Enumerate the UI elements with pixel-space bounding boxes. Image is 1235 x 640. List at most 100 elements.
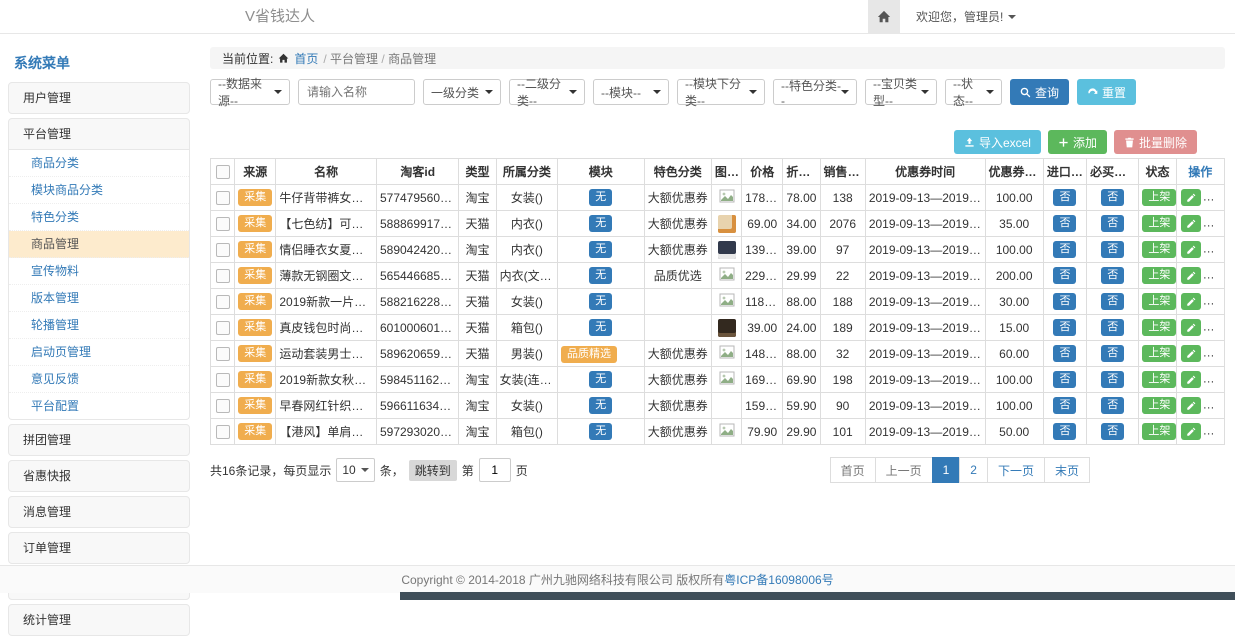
sidebar-item[interactable]: 平台配置 — [9, 393, 189, 419]
module-badge[interactable]: 无 — [589, 371, 612, 388]
row-checkbox[interactable] — [216, 425, 230, 439]
user-menu[interactable]: 欢迎您，管理员! — [916, 8, 1016, 25]
module-badge[interactable]: 无 — [589, 189, 612, 206]
edit-button[interactable] — [1181, 267, 1201, 284]
edit-button[interactable] — [1181, 423, 1201, 440]
row-checkbox[interactable] — [216, 217, 230, 231]
import-select-badge[interactable]: 否 — [1053, 293, 1076, 310]
sidebar-section-4[interactable]: 消息管理 — [8, 496, 190, 528]
edit-button[interactable] — [1181, 293, 1201, 310]
import-excel-button[interactable]: 导入excel — [954, 130, 1041, 154]
must-buy-badge[interactable]: 否 — [1101, 241, 1124, 258]
add-button[interactable]: 添加 — [1048, 130, 1107, 154]
filter-select-4[interactable]: --模块-- — [593, 79, 669, 105]
must-buy-badge[interactable]: 否 — [1101, 293, 1124, 310]
home-button[interactable] — [868, 0, 900, 33]
sidebar-item[interactable]: 宣传物料 — [9, 258, 189, 285]
page-button-首页[interactable]: 首页 — [830, 457, 876, 483]
sidebar-item[interactable]: 模块商品分类 — [9, 177, 189, 204]
status-badge[interactable]: 上架 — [1142, 371, 1176, 388]
page-number-input[interactable] — [479, 458, 511, 482]
module-badge[interactable]: 无 — [589, 267, 612, 284]
sidebar-section-3[interactable]: 省惠快报 — [8, 460, 190, 492]
filter-select-3[interactable]: --二级分类-- — [509, 79, 585, 105]
filter-select-2[interactable]: 一级分类 — [423, 79, 501, 105]
row-checkbox[interactable] — [216, 295, 230, 309]
import-select-badge[interactable]: 否 — [1053, 241, 1076, 258]
row-checkbox[interactable] — [216, 243, 230, 257]
reset-button[interactable]: 重置 — [1077, 79, 1136, 105]
must-buy-badge[interactable]: 否 — [1101, 345, 1124, 362]
import-select-badge[interactable]: 否 — [1053, 319, 1076, 336]
status-badge[interactable]: 上架 — [1142, 267, 1176, 284]
edit-button[interactable] — [1181, 241, 1201, 258]
page-button-1[interactable]: 1 — [932, 457, 961, 483]
filter-select-0[interactable]: --数据来源-- — [210, 79, 290, 105]
import-select-badge[interactable]: 否 — [1053, 189, 1076, 206]
icp-link[interactable]: 粤ICP备16098006号 — [724, 571, 833, 588]
sidebar-section-7[interactable]: 统计管理 — [8, 604, 190, 636]
sidebar-section-2[interactable]: 拼团管理 — [8, 424, 190, 456]
import-select-badge[interactable]: 否 — [1053, 345, 1076, 362]
filter-select-8[interactable]: --状态-- — [945, 79, 1002, 105]
module-badge[interactable]: 无 — [589, 319, 612, 336]
jump-button[interactable]: 跳转到 — [409, 460, 457, 481]
row-checkbox[interactable] — [216, 347, 230, 361]
page-size-select[interactable]: 10 — [336, 458, 374, 482]
sidebar-item[interactable]: 启动页管理 — [9, 339, 189, 366]
row-checkbox[interactable] — [216, 399, 230, 413]
status-badge[interactable]: 上架 — [1142, 345, 1176, 362]
filter-select-7[interactable]: --宝贝类型-- — [865, 79, 937, 105]
sidebar-section-5[interactable]: 订单管理 — [8, 532, 190, 564]
edit-button[interactable] — [1181, 189, 1201, 206]
sidebar-item[interactable]: 意见反馈 — [9, 366, 189, 393]
status-badge[interactable]: 上架 — [1142, 423, 1176, 440]
status-badge[interactable]: 上架 — [1142, 319, 1176, 336]
import-select-badge[interactable]: 否 — [1053, 267, 1076, 284]
status-badge[interactable]: 上架 — [1142, 189, 1176, 206]
sidebar-section-1[interactable]: 平台管理 — [8, 118, 190, 150]
sidebar-item[interactable]: 特色分类 — [9, 204, 189, 231]
page-button-上一页[interactable]: 上一页 — [875, 457, 933, 483]
filter-select-5[interactable]: --模块下分类-- — [677, 79, 765, 105]
module-badge[interactable]: 无 — [589, 241, 612, 258]
module-badge[interactable]: 无 — [589, 423, 612, 440]
row-checkbox[interactable] — [216, 373, 230, 387]
row-checkbox[interactable] — [216, 269, 230, 283]
search-input[interactable] — [298, 79, 415, 105]
status-badge[interactable]: 上架 — [1142, 241, 1176, 258]
must-buy-badge[interactable]: 否 — [1101, 189, 1124, 206]
batch-delete-button[interactable]: 批量删除 — [1114, 130, 1197, 154]
sidebar-section-0[interactable]: 用户管理 — [8, 82, 190, 114]
sidebar-item[interactable]: 轮播管理 — [9, 312, 189, 339]
row-checkbox[interactable] — [216, 191, 230, 205]
edit-button[interactable] — [1181, 215, 1201, 232]
status-badge[interactable]: 上架 — [1142, 215, 1176, 232]
must-buy-badge[interactable]: 否 — [1101, 423, 1124, 440]
module-badge[interactable]: 品质精选 — [561, 346, 617, 363]
module-badge[interactable]: 无 — [589, 215, 612, 232]
must-buy-badge[interactable]: 否 — [1101, 267, 1124, 284]
page-button-末页[interactable]: 末页 — [1044, 457, 1090, 483]
row-checkbox[interactable] — [216, 321, 230, 335]
import-select-badge[interactable]: 否 — [1053, 371, 1076, 388]
search-button[interactable]: 查询 — [1010, 79, 1069, 105]
edit-button[interactable] — [1181, 397, 1201, 414]
page-button-2[interactable]: 2 — [959, 457, 988, 483]
breadcrumb-home-link[interactable]: 首页 — [294, 50, 318, 67]
filter-select-6[interactable]: --特色分类-- — [773, 79, 857, 105]
import-select-badge[interactable]: 否 — [1053, 397, 1076, 414]
edit-button[interactable] — [1181, 319, 1201, 336]
import-select-badge[interactable]: 否 — [1053, 215, 1076, 232]
sidebar-item[interactable]: 商品管理 — [9, 231, 189, 258]
select-all-checkbox[interactable] — [216, 165, 230, 179]
module-badge[interactable]: 无 — [589, 293, 612, 310]
module-badge[interactable]: 无 — [589, 397, 612, 414]
edit-button[interactable] — [1181, 371, 1201, 388]
status-badge[interactable]: 上架 — [1142, 397, 1176, 414]
sidebar-item[interactable]: 商品分类 — [9, 150, 189, 177]
must-buy-badge[interactable]: 否 — [1101, 319, 1124, 336]
must-buy-badge[interactable]: 否 — [1101, 371, 1124, 388]
page-button-下一页[interactable]: 下一页 — [987, 457, 1045, 483]
must-buy-badge[interactable]: 否 — [1101, 397, 1124, 414]
